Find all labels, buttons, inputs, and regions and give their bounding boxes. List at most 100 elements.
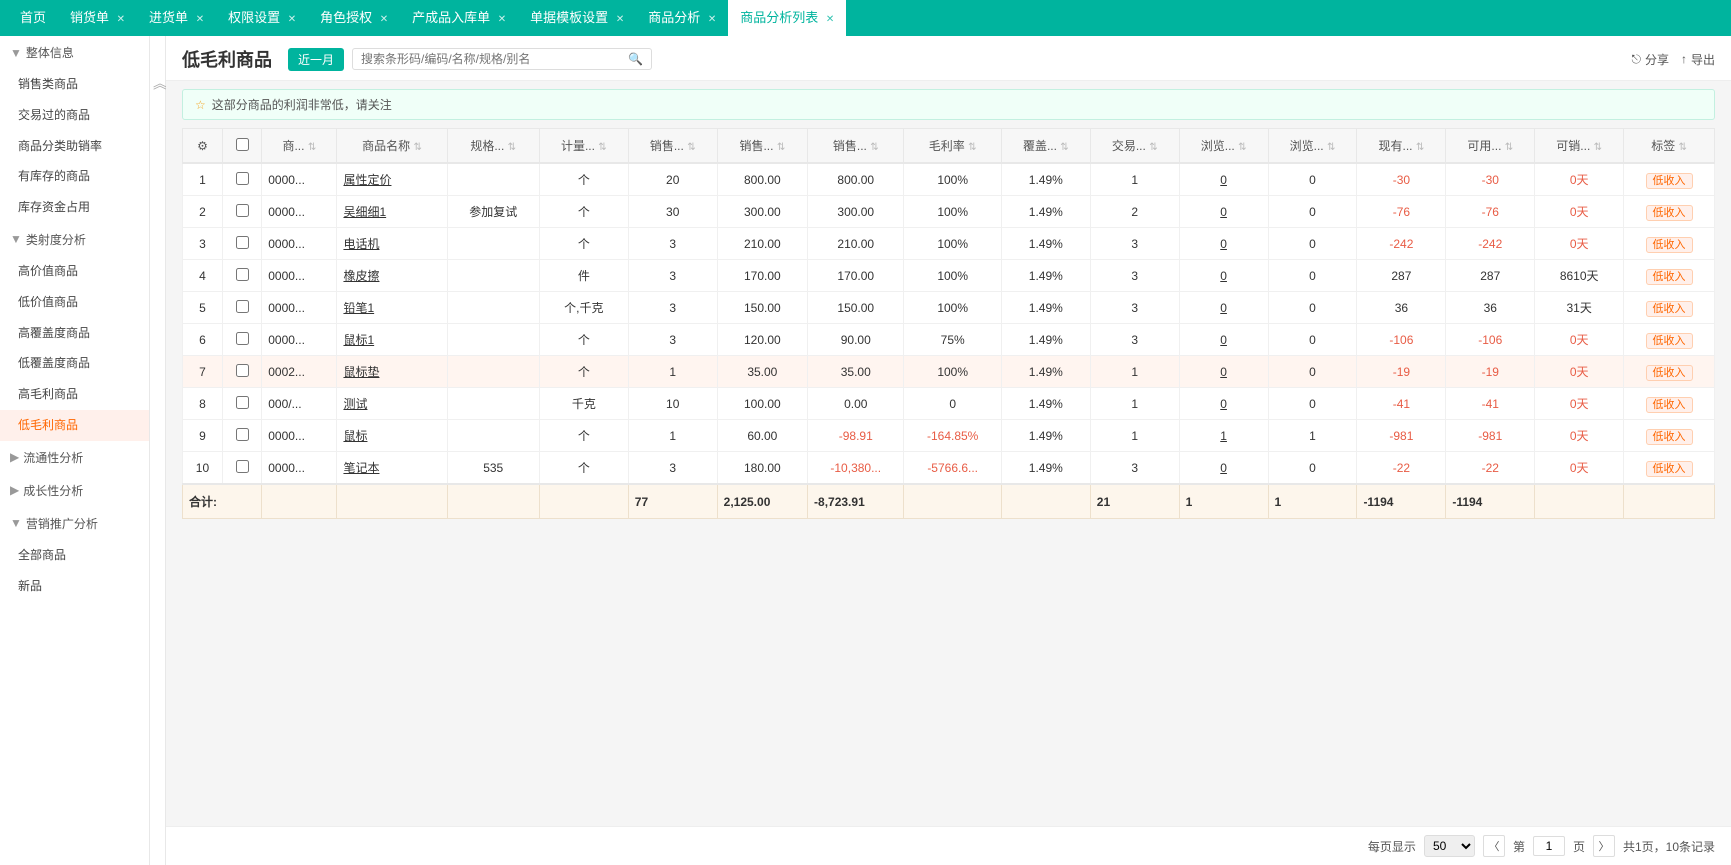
nav-sales[interactable]: 销货单 ✕ (58, 0, 137, 36)
nav-home[interactable]: 首页 (8, 0, 58, 36)
col-code[interactable]: 商... ⇅ (262, 129, 337, 164)
product-name-link[interactable]: 吴细细1 (343, 205, 386, 219)
col-available[interactable]: 可用... ⇅ (1446, 129, 1535, 164)
product-name-link[interactable]: 鼠标 (343, 429, 367, 443)
nav-purchase[interactable]: 进货单 ✕ (137, 0, 216, 36)
nav-close-sales[interactable]: ✕ (117, 14, 125, 25)
cell-checkbox[interactable] (222, 388, 261, 420)
view1-link[interactable]: 0 (1220, 301, 1227, 315)
product-name-link[interactable]: 鼠标1 (343, 333, 374, 347)
sidebar-group-analysis[interactable]: ▼ 类射度分析 (0, 223, 149, 256)
view1-link[interactable]: 0 (1220, 333, 1227, 347)
table-container[interactable]: ⚙ 商... ⇅ 商品名称 ⇅ 规格... ⇅ 计量... ⇅ 销售... ⇅ … (166, 128, 1731, 826)
page-number-input[interactable] (1533, 836, 1565, 856)
sidebar-item-low-margin[interactable]: 低毛利商品 (0, 410, 149, 441)
col-unit[interactable]: 计量... ⇅ (539, 129, 628, 164)
cell-checkbox[interactable] (222, 163, 261, 196)
nav-goods-analysis[interactable]: 商品分析 ✕ (636, 0, 728, 36)
cell-checkbox[interactable] (222, 292, 261, 324)
nav-roles[interactable]: 角色授权 ✕ (308, 0, 400, 36)
row-checkbox[interactable] (236, 236, 249, 249)
col-settings[interactable]: ⚙ (183, 129, 223, 164)
col-tag[interactable]: 标签 ⇅ (1624, 129, 1715, 164)
col-sales-profit[interactable]: 销售... ⇅ (808, 129, 904, 164)
cell-checkbox[interactable] (222, 356, 261, 388)
search-input[interactable] (361, 52, 628, 66)
col-coverage[interactable]: 覆盖... ⇅ (1001, 129, 1090, 164)
sidebar-item-stocked-goods[interactable]: 有库存的商品 (0, 161, 149, 192)
cell-name[interactable]: 测试 (337, 388, 447, 420)
row-checkbox[interactable] (236, 428, 249, 441)
nav-close-goods-analysis[interactable]: ✕ (708, 14, 716, 25)
row-checkbox[interactable] (236, 268, 249, 281)
page-size-select[interactable]: 50 10 20 100 (1424, 835, 1475, 857)
col-gross-margin[interactable]: 毛利率 ⇅ (904, 129, 1001, 164)
col-sales-amount[interactable]: 销售... ⇅ (717, 129, 807, 164)
nav-goods-analysis-list[interactable]: 商品分析列表 ✕ (728, 0, 846, 36)
col-transaction[interactable]: 交易... ⇅ (1090, 129, 1179, 164)
sidebar-group-liquidity[interactable]: ▶ 流通性分析 (0, 441, 149, 474)
sidebar-collapse-btn[interactable]: 《 (150, 36, 166, 865)
cell-checkbox[interactable] (222, 228, 261, 260)
cell-checkbox[interactable] (222, 196, 261, 228)
view1-link[interactable]: 0 (1220, 269, 1227, 283)
cell-name[interactable]: 电话机 (337, 228, 447, 260)
view1-link[interactable]: 0 (1220, 397, 1227, 411)
nav-close-roles[interactable]: ✕ (380, 14, 388, 25)
col-current-stock[interactable]: 现有... ⇅ (1357, 129, 1446, 164)
col-sellable[interactable]: 可销... ⇅ (1535, 129, 1624, 164)
nav-permissions[interactable]: 权限设置 ✕ (216, 0, 308, 36)
next-page-button[interactable]: 〉 (1593, 835, 1615, 857)
product-name-link[interactable]: 电话机 (343, 237, 379, 251)
view1-link[interactable]: 0 (1220, 173, 1227, 187)
sidebar-item-traded-goods[interactable]: 交易过的商品 (0, 100, 149, 131)
nav-close-product-in[interactable]: ✕ (498, 14, 506, 25)
sidebar-group-marketing[interactable]: ▼ 营销推广分析 (0, 507, 149, 540)
col-spec[interactable]: 规格... ⇅ (447, 129, 539, 164)
row-checkbox[interactable] (236, 204, 249, 217)
nav-product-in[interactable]: 产成品入库单 ✕ (400, 0, 518, 36)
cell-checkbox[interactable] (222, 420, 261, 452)
product-name-link[interactable]: 鼠标垫 (343, 365, 379, 379)
product-name-link[interactable]: 橡皮擦 (343, 269, 379, 283)
product-name-link[interactable]: 笔记本 (343, 461, 379, 475)
sidebar-item-new-goods[interactable]: 新品 (0, 571, 149, 602)
col-name[interactable]: 商品名称 ⇅ (337, 129, 447, 164)
row-checkbox[interactable] (236, 332, 249, 345)
nav-close-purchase[interactable]: ✕ (196, 14, 204, 25)
sidebar-item-low-coverage[interactable]: 低覆盖度商品 (0, 348, 149, 379)
cell-name[interactable]: 鼠标垫 (337, 356, 447, 388)
view1-link[interactable]: 0 (1220, 205, 1227, 219)
col-sales-qty[interactable]: 销售... ⇅ (628, 129, 717, 164)
col-checkbox[interactable] (222, 129, 261, 164)
product-name-link[interactable]: 铅笔1 (343, 301, 374, 315)
nav-close-template[interactable]: ✕ (616, 14, 624, 25)
prev-page-button[interactable]: 〈 (1483, 835, 1505, 857)
cell-checkbox[interactable] (222, 324, 261, 356)
sidebar-item-low-value[interactable]: 低价值商品 (0, 287, 149, 318)
col-view2[interactable]: 浏览... ⇅ (1268, 129, 1357, 164)
view1-link[interactable]: 1 (1220, 429, 1227, 443)
view1-link[interactable]: 0 (1220, 461, 1227, 475)
view1-link[interactable]: 0 (1220, 237, 1227, 251)
sidebar-item-all-goods[interactable]: 全部商品 (0, 540, 149, 571)
row-checkbox[interactable] (236, 396, 249, 409)
sidebar-item-high-value[interactable]: 高价值商品 (0, 256, 149, 287)
row-checkbox[interactable] (236, 300, 249, 313)
share-button[interactable]: ⎋ 分享 (1631, 51, 1669, 68)
nav-close-permissions[interactable]: ✕ (288, 14, 296, 25)
product-name-link[interactable]: 属性定价 (343, 173, 391, 187)
product-name-link[interactable]: 测试 (343, 397, 367, 411)
cell-checkbox[interactable] (222, 452, 261, 485)
row-checkbox[interactable] (236, 172, 249, 185)
export-button[interactable]: ↑ 导出 (1681, 51, 1715, 68)
cell-name[interactable]: 属性定价 (337, 163, 447, 196)
sidebar-item-inventory-capital[interactable]: 库存资金占用 (0, 192, 149, 223)
cell-checkbox[interactable] (222, 260, 261, 292)
sidebar-item-sales-goods[interactable]: 销售类商品 (0, 69, 149, 100)
cell-name[interactable]: 笔记本 (337, 452, 447, 485)
cell-name[interactable]: 吴细细1 (337, 196, 447, 228)
nav-close-goods-analysis-list[interactable]: ✕ (826, 14, 834, 25)
cell-name[interactable]: 铅笔1 (337, 292, 447, 324)
cell-name[interactable]: 橡皮擦 (337, 260, 447, 292)
